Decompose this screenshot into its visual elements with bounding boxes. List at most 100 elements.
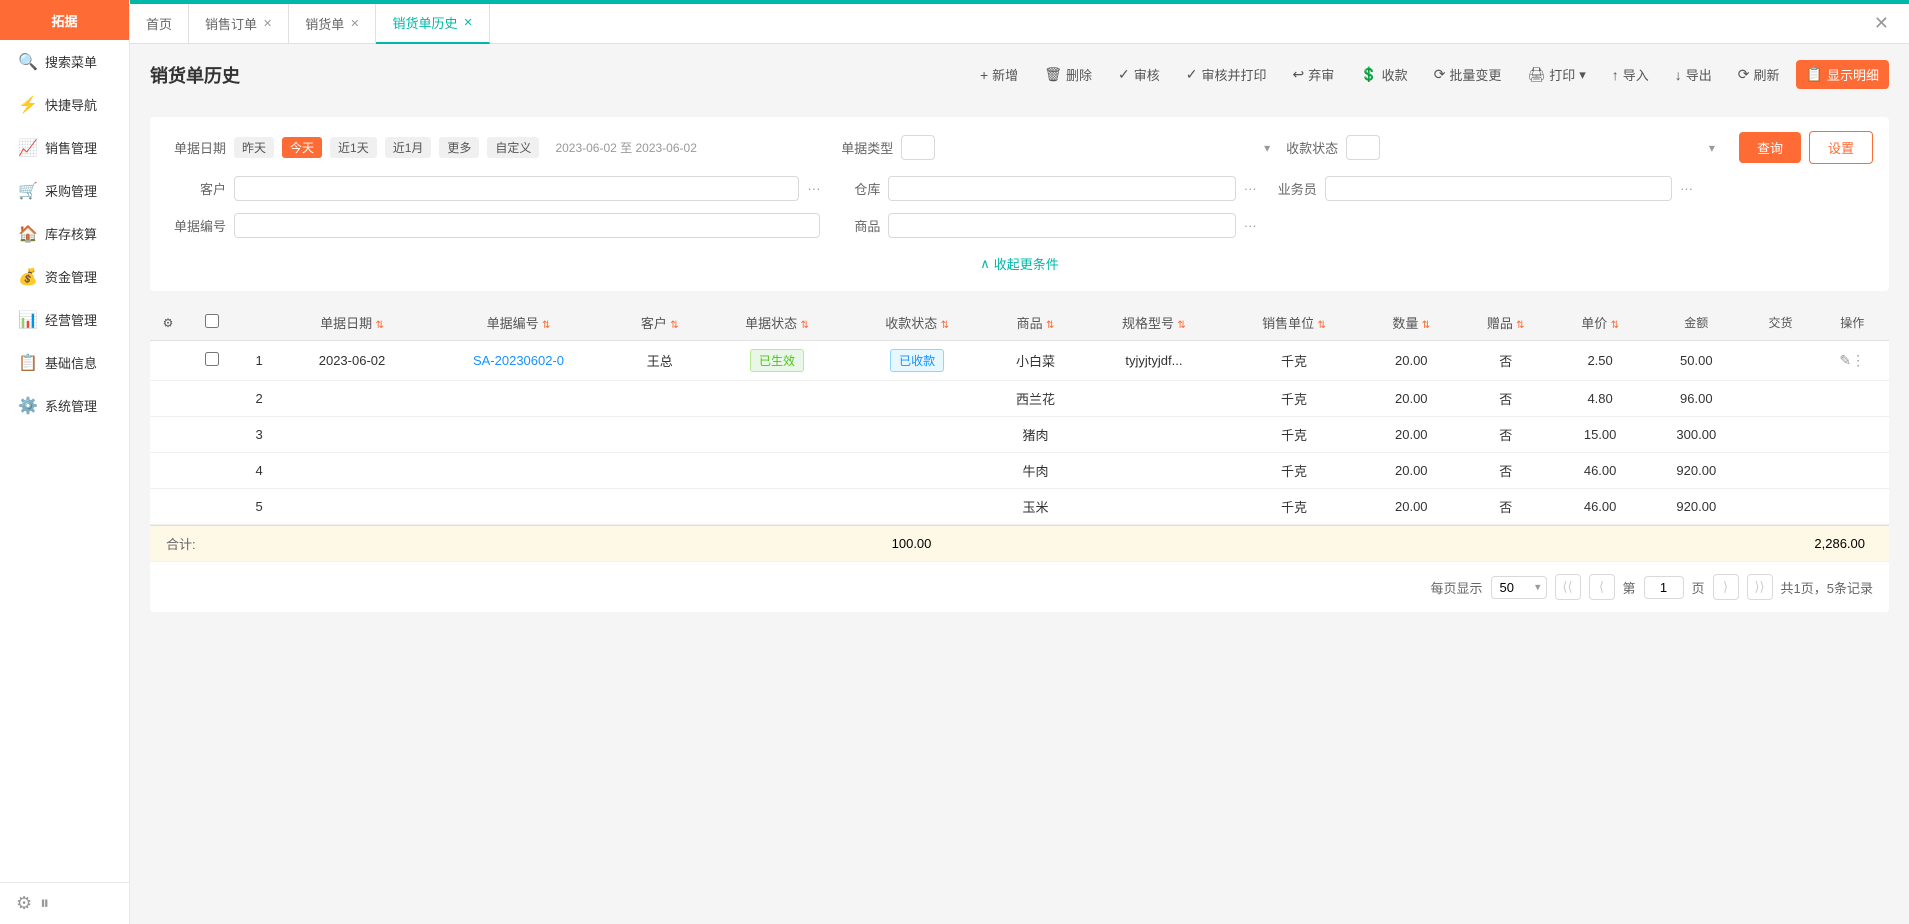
tab-close-sales-history[interactable]: ✕ xyxy=(464,16,473,29)
first-page-button[interactable]: ⟨⟨ xyxy=(1555,574,1581,600)
sidebar-item-label: 资金管理 xyxy=(45,267,97,286)
col-qty[interactable]: 数量 ⇅ xyxy=(1364,305,1458,341)
add-button[interactable]: + 新增 xyxy=(970,60,1028,89)
sort-icon: ⇅ xyxy=(801,320,809,331)
audit-print-button[interactable]: ✓ 审核并打印 xyxy=(1176,60,1277,89)
col-settings[interactable]: ⚙ xyxy=(150,305,186,341)
per-page-label: 每页显示 xyxy=(1430,578,1482,597)
sidebar-item-finance[interactable]: 💰 资金管理 xyxy=(0,255,129,298)
last-page-button[interactable]: ⟩⟩ xyxy=(1747,574,1773,600)
sidebar-item-inventory[interactable]: 🏠 库存核算 xyxy=(0,212,129,255)
filter-doc-type: 单据类型 xyxy=(833,135,1278,160)
warehouse-input[interactable] xyxy=(888,176,1235,201)
edit-action[interactable]: ✎ xyxy=(1839,352,1851,368)
date-tag-yesterday[interactable]: 昨天 xyxy=(234,137,274,158)
col-doc-no[interactable]: 单据编号 ⇅ xyxy=(424,305,612,341)
page-number-input[interactable] xyxy=(1644,576,1684,599)
total-records: 共1页，5条记录 xyxy=(1781,578,1873,597)
doc-type-select[interactable] xyxy=(901,135,935,160)
sidebar-item-operations[interactable]: 📊 经营管理 xyxy=(0,298,129,341)
salesperson-input[interactable] xyxy=(1325,176,1672,201)
salesperson-dots[interactable]: ··· xyxy=(1680,181,1693,196)
col-unit[interactable]: 销售单位 ⇅ xyxy=(1224,305,1364,341)
col-transaction: 交货 xyxy=(1745,305,1815,341)
sidebar-item-search-menu[interactable]: 🔍 搜索菜单 xyxy=(0,40,129,83)
sidebar-item-basic-info[interactable]: 📋 基础信息 xyxy=(0,341,129,384)
tab-close-sales-delivery[interactable]: ✕ xyxy=(350,17,359,30)
docno-input[interactable] xyxy=(234,213,820,238)
sidebar-item-sales-mgmt[interactable]: 📈 销售管理 xyxy=(0,126,129,169)
sidebar-item-label: 采购管理 xyxy=(45,181,97,200)
col-collect-status[interactable]: 收款状态 ⇅ xyxy=(847,305,987,341)
customer-input[interactable] xyxy=(234,176,799,201)
filter-date: 单据日期 昨天 今天 近1天 近1月 更多 自定义 2023-06-02 至 2… xyxy=(166,137,833,158)
col-goods[interactable]: 商品 ⇅ xyxy=(987,305,1084,341)
tab-bar: 首页 销售订单 ✕ 销货单 ✕ 销货单历史 ✕ ✕ xyxy=(130,4,1909,44)
customer-dots[interactable]: ··· xyxy=(807,181,820,196)
sidebar-item-purchase-mgmt[interactable]: 🛒 采购管理 xyxy=(0,169,129,212)
prev-page-button[interactable]: ⟨ xyxy=(1589,574,1615,600)
row-checkbox[interactable] xyxy=(205,352,219,366)
detail-icon: 📋 xyxy=(1806,66,1823,83)
sidebar-item-quick-nav[interactable]: ⚡ 快捷导航 xyxy=(0,83,129,126)
sidebar-item-system[interactable]: ⚙️ 系统管理 xyxy=(0,384,129,427)
sidebar-item-label: 搜索菜单 xyxy=(45,52,97,71)
pause-icon[interactable]: ⏸ xyxy=(40,893,49,914)
date-tag-custom[interactable]: 自定义 xyxy=(487,137,539,158)
col-doc-status[interactable]: 单据状态 ⇅ xyxy=(707,305,847,341)
tab-sales-delivery[interactable]: 销货单 ✕ xyxy=(289,4,376,44)
collapse-more[interactable]: ∧ 收起更条件 xyxy=(166,250,1873,277)
date-tag-more[interactable]: 更多 xyxy=(439,137,479,158)
table-row: 3猪肉千克20.00否15.00300.00 xyxy=(150,417,1889,453)
next-page-button[interactable]: ⟩ xyxy=(1713,574,1739,600)
col-unit-price[interactable]: 单价 ⇅ xyxy=(1553,305,1647,341)
warehouse-dots[interactable]: ··· xyxy=(1244,181,1257,196)
query-button[interactable]: 查询 xyxy=(1739,132,1801,163)
goods-input[interactable] xyxy=(888,213,1235,238)
print-button[interactable]: 🖨 打印 ▾ xyxy=(1517,60,1595,89)
sidebar-logo: 拓据 xyxy=(0,0,129,40)
sidebar-item-label: 基础信息 xyxy=(45,353,97,372)
export-icon: ↓ xyxy=(1675,67,1682,83)
sort-icon: ⇅ xyxy=(375,320,383,331)
footer-label: 合计: xyxy=(158,534,196,553)
batch-change-button[interactable]: ⟳ 批量变更 xyxy=(1424,60,1512,89)
col-doc-date[interactable]: 单据日期 ⇅ xyxy=(280,305,425,341)
select-all-checkbox[interactable] xyxy=(205,314,219,328)
settings-icon[interactable]: ⚙ xyxy=(16,893,32,914)
per-page-select[interactable]: 50 100 200 xyxy=(1491,576,1547,599)
abandon-button[interactable]: ↩ 弃审 xyxy=(1282,60,1344,89)
more-action[interactable]: ⋮ xyxy=(1851,352,1865,368)
date-tag-today[interactable]: 今天 xyxy=(282,137,322,158)
export-button[interactable]: ↓ 导出 xyxy=(1665,60,1722,89)
status-badge: 已生效 xyxy=(750,349,804,372)
collect-button[interactable]: 💲 收款 xyxy=(1350,60,1417,89)
refresh-button[interactable]: ⟳ 刷新 xyxy=(1728,60,1790,89)
tab-home[interactable]: 首页 xyxy=(130,4,189,44)
collect-status-label: 收款状态 xyxy=(1278,138,1338,157)
sidebar: 拓据 🔍 搜索菜单 ⚡ 快捷导航 📈 销售管理 🛒 采购管理 🏠 库存核算 💰 … xyxy=(0,0,130,924)
tab-close-sales-order[interactable]: ✕ xyxy=(263,17,272,30)
settings-button[interactable]: 设置 xyxy=(1809,131,1873,164)
goods-dots[interactable]: ··· xyxy=(1244,218,1257,233)
tab-bar-close-all[interactable]: ✕ xyxy=(1866,13,1897,33)
col-gift[interactable]: 赠品 ⇅ xyxy=(1458,305,1552,341)
date-tag-month[interactable]: 近1月 xyxy=(385,137,432,158)
filter-row-1: 单据日期 昨天 今天 近1天 近1月 更多 自定义 2023-06-02 至 2… xyxy=(166,131,1873,164)
collect-status-select[interactable] xyxy=(1346,135,1380,160)
show-detail-button[interactable]: 📋 显示明细 xyxy=(1796,60,1889,89)
batch-icon: ⟳ xyxy=(1434,66,1446,83)
col-spec[interactable]: 规格型号 ⇅ xyxy=(1084,305,1224,341)
delete-button[interactable]: 🗑 删除 xyxy=(1034,60,1102,89)
col-checkbox[interactable] xyxy=(186,305,239,341)
table-header-row: ⚙ 单据日期 ⇅ 单据编号 ⇅ 客户 ⇅ xyxy=(150,305,1889,341)
audit-button[interactable]: ✓ 审核 xyxy=(1108,60,1170,89)
tab-sales-order[interactable]: 销售订单 ✕ xyxy=(189,4,289,44)
tab-sales-history[interactable]: 销货单历史 ✕ xyxy=(376,4,489,44)
date-label: 单据日期 xyxy=(166,138,226,157)
doc-link[interactable]: SA-20230602-0 xyxy=(473,353,564,368)
date-tag-week[interactable]: 近1天 xyxy=(330,137,377,158)
import-button[interactable]: ↑ 导入 xyxy=(1602,60,1659,89)
sidebar-item-label: 库存核算 xyxy=(45,224,97,243)
col-customer[interactable]: 客户 ⇅ xyxy=(613,305,707,341)
